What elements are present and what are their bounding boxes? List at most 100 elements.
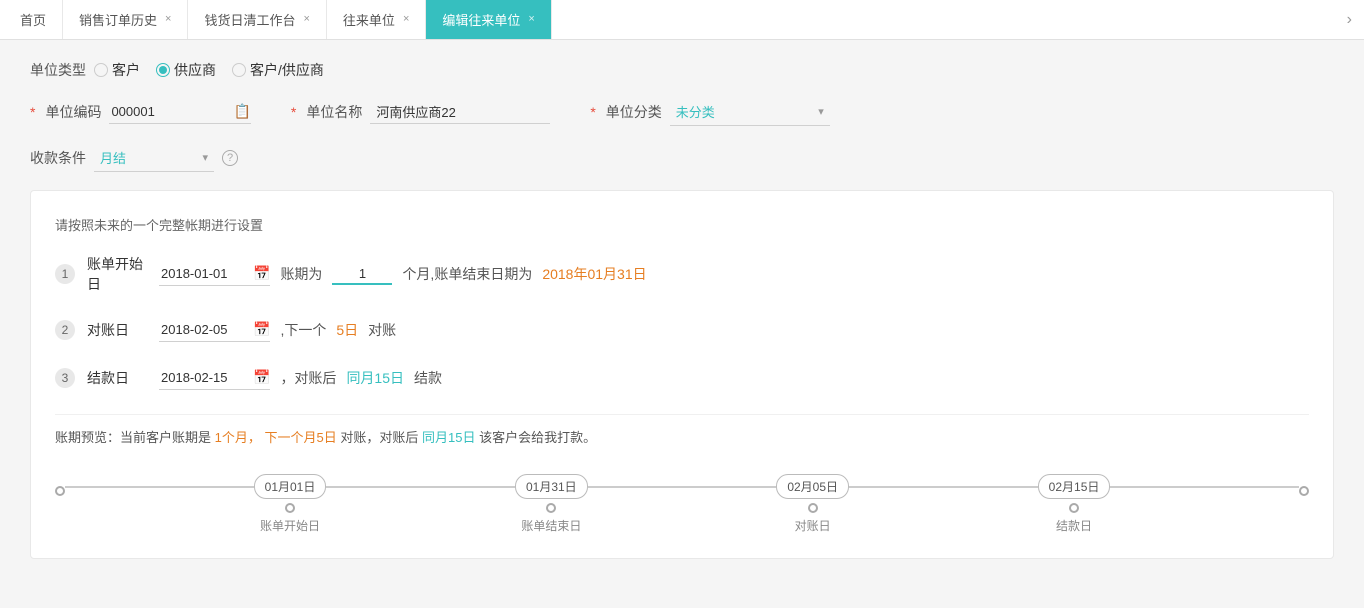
setting-row-2: 2 对账日 📅 ,下一个 5日 对账 xyxy=(55,318,1309,342)
radio-both-label: 客户/供应商 xyxy=(250,60,324,80)
unit-name-group: * 单位名称 xyxy=(291,100,550,124)
payment-dropdown[interactable]: 月结 ▾ xyxy=(94,144,214,172)
unit-code-input[interactable] xyxy=(109,100,229,123)
payment-value: 月结 xyxy=(100,148,198,167)
tl-seg-3 xyxy=(588,474,777,488)
unit-class-star: * xyxy=(590,104,595,120)
unit-code-input-wrap: 📋 xyxy=(109,100,250,124)
row-num-2: 2 xyxy=(55,320,75,340)
tl-dot-1 xyxy=(285,503,295,513)
payment-group: 收款条件 月结 ▾ ? xyxy=(30,144,238,172)
row-num-3: 3 xyxy=(55,368,75,388)
setting-row-1: 1 账单开始日 📅 账期为 个月,账单结束日期为 2018年01月31日 xyxy=(55,254,1309,294)
preview-tail: 该客户会给我打款。 xyxy=(479,430,596,445)
unit-class-value: 未分类 xyxy=(676,102,814,121)
payment-date-prefix: ，对账后 xyxy=(280,368,336,388)
preview-period: 1个月， xyxy=(215,430,261,445)
unit-class-dropdown[interactable]: 未分类 ▾ xyxy=(670,98,830,126)
payment-date-icon[interactable]: 📅 xyxy=(253,369,270,386)
tl-badge-2: 01月31日 xyxy=(515,474,588,499)
payment-date-input[interactable] xyxy=(159,368,249,387)
start-date-icon[interactable]: 📅 xyxy=(253,265,270,282)
tl-node-4: 02月15日 结款日 xyxy=(1038,474,1111,534)
radio-both-circle xyxy=(232,63,246,77)
tab-edit-partner-label: 编辑往来单位 xyxy=(442,10,520,29)
tl-node-2: 01月31日 账单结束日 xyxy=(515,474,588,534)
row-content-3: 📅 ，对账后 同月15日 结款 xyxy=(159,366,1309,390)
preview-label: 账期预览：当前客户账期是 xyxy=(55,430,211,445)
tab-more-button[interactable]: › xyxy=(1335,11,1364,29)
tl-node-3: 02月05日 对账日 xyxy=(776,474,849,534)
preview-mid: 下一个月5日 xyxy=(265,430,337,445)
tab-home[interactable]: 首页 xyxy=(0,0,63,39)
unit-type-label: 单位类型 xyxy=(30,60,86,80)
tab-sales-history[interactable]: 销售订单历史 × xyxy=(63,0,188,39)
tl-label-3: 对账日 xyxy=(795,517,831,534)
tl-start-node xyxy=(55,474,65,496)
unit-name-label: 单位名称 xyxy=(306,102,362,122)
payment-date-suffix: 结款 xyxy=(414,368,442,388)
period-prefix: 账期为 xyxy=(280,264,322,284)
tab-cash-work-label: 钱货日清工作台 xyxy=(204,10,295,29)
tab-home-label: 首页 xyxy=(20,10,46,29)
reconcile-date-input[interactable] xyxy=(159,320,249,339)
reconcile-highlight: 5日 xyxy=(336,320,358,340)
tl-label-2: 账单结束日 xyxy=(521,517,581,534)
radio-supplier-label: 供应商 xyxy=(174,60,216,80)
timeline-row: 01月01日 账单开始日 01月31日 账单结束日 xyxy=(55,474,1309,534)
unit-code-group: * 单位编码 📋 xyxy=(30,100,251,124)
start-date-input[interactable] xyxy=(159,264,249,283)
preview-mid2: 对账，对账后 xyxy=(340,430,418,445)
row-label-2: 对账日 xyxy=(87,320,147,340)
unit-code-star: * xyxy=(30,104,35,120)
radio-group: 客户 供应商 客户/供应商 xyxy=(94,60,324,80)
row-content-2: 📅 ,下一个 5日 对账 xyxy=(159,318,1309,342)
tl-seg-1 xyxy=(65,474,254,488)
radio-both[interactable]: 客户/供应商 xyxy=(232,60,324,80)
unit-class-arrow: ▾ xyxy=(818,105,824,118)
tl-line-4 xyxy=(849,486,1038,488)
payment-date-wrap: 📅 xyxy=(159,366,270,390)
payment-row: 收款条件 月结 ▾ ? xyxy=(30,144,1334,172)
radio-customer-label: 客户 xyxy=(112,60,140,80)
tl-end-dot xyxy=(1299,486,1309,496)
tl-seg-3-line xyxy=(588,486,777,488)
tl-line-5 xyxy=(1110,486,1299,488)
preview-end: 同月15日 xyxy=(422,430,475,445)
tl-seg-1-line xyxy=(65,486,254,488)
row-content-1: 📅 账期为 个月,账单结束日期为 2018年01月31日 xyxy=(159,262,1309,286)
radio-supplier[interactable]: 供应商 xyxy=(156,60,216,80)
tab-cash-work[interactable]: 钱货日清工作台 × xyxy=(188,0,326,39)
tl-badge-3: 02月05日 xyxy=(776,474,849,499)
row-label-3: 结款日 xyxy=(87,368,147,388)
panel-title: 请按照未来的一个完整帐期进行设置 xyxy=(55,215,1309,234)
row-num-1: 1 xyxy=(55,264,75,284)
tab-sales-history-close[interactable]: × xyxy=(165,14,171,25)
tab-partners-label: 往来单位 xyxy=(343,10,395,29)
payment-date-highlight: 同月15日 xyxy=(346,368,404,388)
setting-row-3: 3 结款日 📅 ，对账后 同月15日 结款 xyxy=(55,366,1309,390)
tab-partners[interactable]: 往来单位 × xyxy=(327,0,426,39)
tab-bar: 首页 销售订单历史 × 钱货日清工作台 × 往来单位 × 编辑往来单位 × › xyxy=(0,0,1364,40)
unit-class-label: 单位分类 xyxy=(606,102,662,122)
period-end-date: 2018年01月31日 xyxy=(542,264,646,284)
reconcile-date-icon[interactable]: 📅 xyxy=(253,321,270,338)
settings-panel: 请按照未来的一个完整帐期进行设置 1 账单开始日 📅 账期为 个月,账单结束日期… xyxy=(30,190,1334,559)
tl-seg-5 xyxy=(1110,474,1299,488)
tab-cash-work-close[interactable]: × xyxy=(303,14,309,25)
unit-code-label: 单位编码 xyxy=(45,102,101,122)
period-number-input[interactable] xyxy=(332,264,392,285)
tab-partners-close[interactable]: × xyxy=(403,14,409,25)
tab-edit-partner-close[interactable]: × xyxy=(528,14,534,25)
tab-edit-partner[interactable]: 编辑往来单位 × xyxy=(426,0,551,39)
tl-start-dot xyxy=(55,486,65,496)
row-label-1: 账单开始日 xyxy=(87,254,147,294)
radio-customer[interactable]: 客户 xyxy=(94,60,140,80)
payment-help-icon[interactable]: ? xyxy=(222,150,238,166)
preview-section: 账期预览：当前客户账期是 1个月， 下一个月5日 对账，对账后 同月15日 该客… xyxy=(55,414,1309,446)
tl-line-2 xyxy=(326,486,515,488)
tl-end-node xyxy=(1299,474,1309,496)
unit-name-input[interactable] xyxy=(370,100,550,124)
unit-class-group: * 单位分类 未分类 ▾ xyxy=(590,98,829,126)
unit-code-icon[interactable]: 📋 xyxy=(233,103,250,120)
